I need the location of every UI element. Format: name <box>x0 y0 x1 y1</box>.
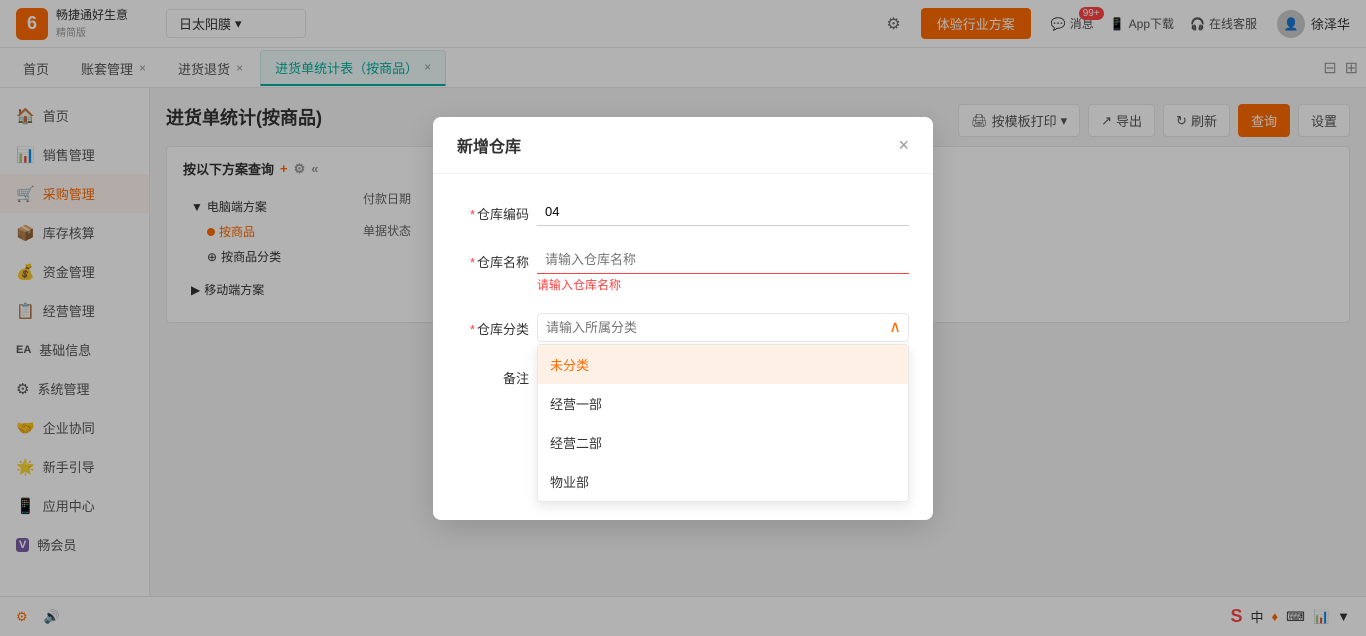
modal-overlay: 新增仓库 × 仓库编码 仓库名称 请输入仓库名称 仓库分类 <box>0 0 1366 636</box>
dropdown-item-uncategorized[interactable]: 未分类 <box>538 345 908 384</box>
category-label: 仓库分类 <box>457 313 537 338</box>
code-field <box>537 198 909 226</box>
name-label: 仓库名称 <box>457 246 537 271</box>
form-row-category: 仓库分类 ∧ 未分类 经营一部 经营二部 物业部 <box>457 313 909 342</box>
name-input[interactable] <box>537 246 909 274</box>
modal-header: 新增仓库 × <box>433 117 933 174</box>
remark-label: 备注 <box>457 362 537 387</box>
dropdown-item-operations1[interactable]: 经营一部 <box>538 384 908 423</box>
code-label: 仓库编码 <box>457 198 537 223</box>
new-warehouse-modal: 新增仓库 × 仓库编码 仓库名称 请输入仓库名称 仓库分类 <box>433 117 933 520</box>
dropdown-item-property[interactable]: 物业部 <box>538 462 908 501</box>
category-input[interactable] <box>537 313 909 342</box>
modal-close-button[interactable]: × <box>898 136 909 154</box>
category-dropdown: 未分类 经营一部 经营二部 物业部 <box>537 344 909 502</box>
category-field: ∧ 未分类 经营一部 经营二部 物业部 <box>537 313 909 342</box>
modal-title: 新增仓库 <box>457 133 521 157</box>
name-field: 请输入仓库名称 <box>537 246 909 293</box>
code-input[interactable] <box>537 198 909 226</box>
form-row-name: 仓库名称 请输入仓库名称 <box>457 246 909 293</box>
modal-body: 仓库编码 仓库名称 请输入仓库名称 仓库分类 ∧ <box>433 174 933 425</box>
form-row-code: 仓库编码 <box>457 198 909 226</box>
name-error: 请输入仓库名称 <box>537 276 909 293</box>
select-arrow-icon[interactable]: ∧ <box>889 317 901 337</box>
dropdown-item-operations2[interactable]: 经营二部 <box>538 423 908 462</box>
